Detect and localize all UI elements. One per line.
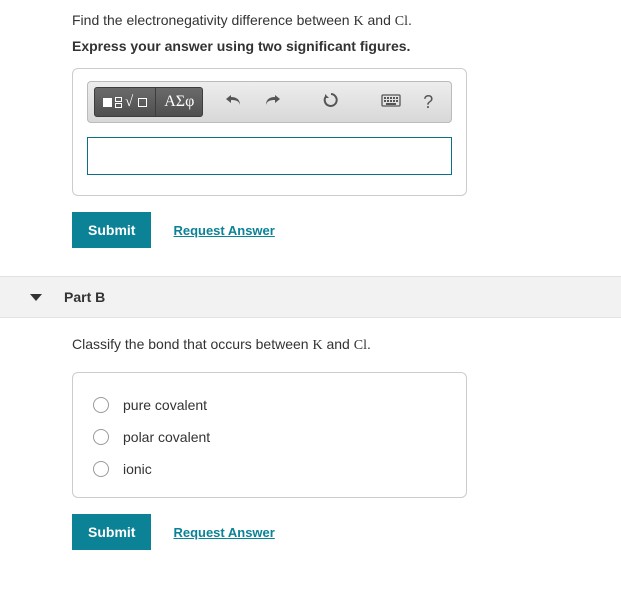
options-box: pure covalent polar covalent ionic — [72, 372, 467, 498]
redo-button[interactable] — [255, 87, 289, 117]
radio-icon — [93, 429, 109, 445]
answer-input[interactable] — [87, 137, 452, 175]
text: Find the electronegativity difference be… — [72, 12, 353, 28]
part-b-actions: Submit Request Answer — [72, 514, 591, 550]
part-a-instruction: Express your answer using two significan… — [72, 38, 591, 54]
request-answer-link[interactable]: Request Answer — [173, 223, 274, 238]
help-icon: ? — [423, 92, 433, 113]
keyboard-icon — [381, 92, 401, 112]
text: . — [408, 12, 412, 28]
undo-icon — [225, 92, 243, 112]
element-k: K — [353, 14, 363, 29]
option-pure-covalent[interactable]: pure covalent — [93, 397, 446, 413]
greek-label: ΑΣφ — [164, 93, 194, 111]
part-a-question: Find the electronegativity difference be… — [72, 12, 591, 30]
part-b-question: Classify the bond that occurs between K … — [72, 336, 591, 354]
reset-button[interactable] — [314, 87, 348, 117]
redo-icon — [263, 92, 281, 112]
radio-icon — [93, 461, 109, 477]
text: and — [364, 12, 395, 28]
text: Classify the bond that occurs between — [72, 336, 312, 352]
reset-icon — [322, 91, 340, 114]
submit-button[interactable]: Submit — [72, 212, 151, 248]
element-cl: Cl — [354, 338, 367, 353]
text: . — [367, 336, 371, 352]
submit-button[interactable]: Submit — [72, 514, 151, 550]
part-b-header[interactable]: Part B — [0, 276, 621, 318]
option-ionic[interactable]: ionic — [93, 461, 446, 477]
templates-icon: √ — [103, 94, 147, 111]
element-k: K — [312, 338, 322, 353]
help-button[interactable]: ? — [411, 87, 445, 117]
answer-box: √ ΑΣφ ? — [72, 68, 467, 196]
undo-button[interactable] — [217, 87, 251, 117]
option-label: polar covalent — [123, 429, 210, 445]
greek-button[interactable]: ΑΣφ — [156, 87, 203, 117]
toolbar-group-format: √ ΑΣφ — [94, 87, 203, 117]
text: and — [323, 336, 354, 352]
option-label: ionic — [123, 461, 152, 477]
element-cl: Cl — [395, 14, 408, 29]
option-polar-covalent[interactable]: polar covalent — [93, 429, 446, 445]
equation-toolbar: √ ΑΣφ ? — [87, 81, 452, 123]
request-answer-link[interactable]: Request Answer — [173, 525, 274, 540]
part-b-title: Part B — [64, 289, 105, 305]
option-label: pure covalent — [123, 397, 207, 413]
keyboard-button[interactable] — [374, 87, 408, 117]
templates-button[interactable]: √ — [94, 87, 156, 117]
part-a-actions: Submit Request Answer — [72, 212, 591, 248]
radio-icon — [93, 397, 109, 413]
chevron-down-icon — [30, 294, 42, 301]
